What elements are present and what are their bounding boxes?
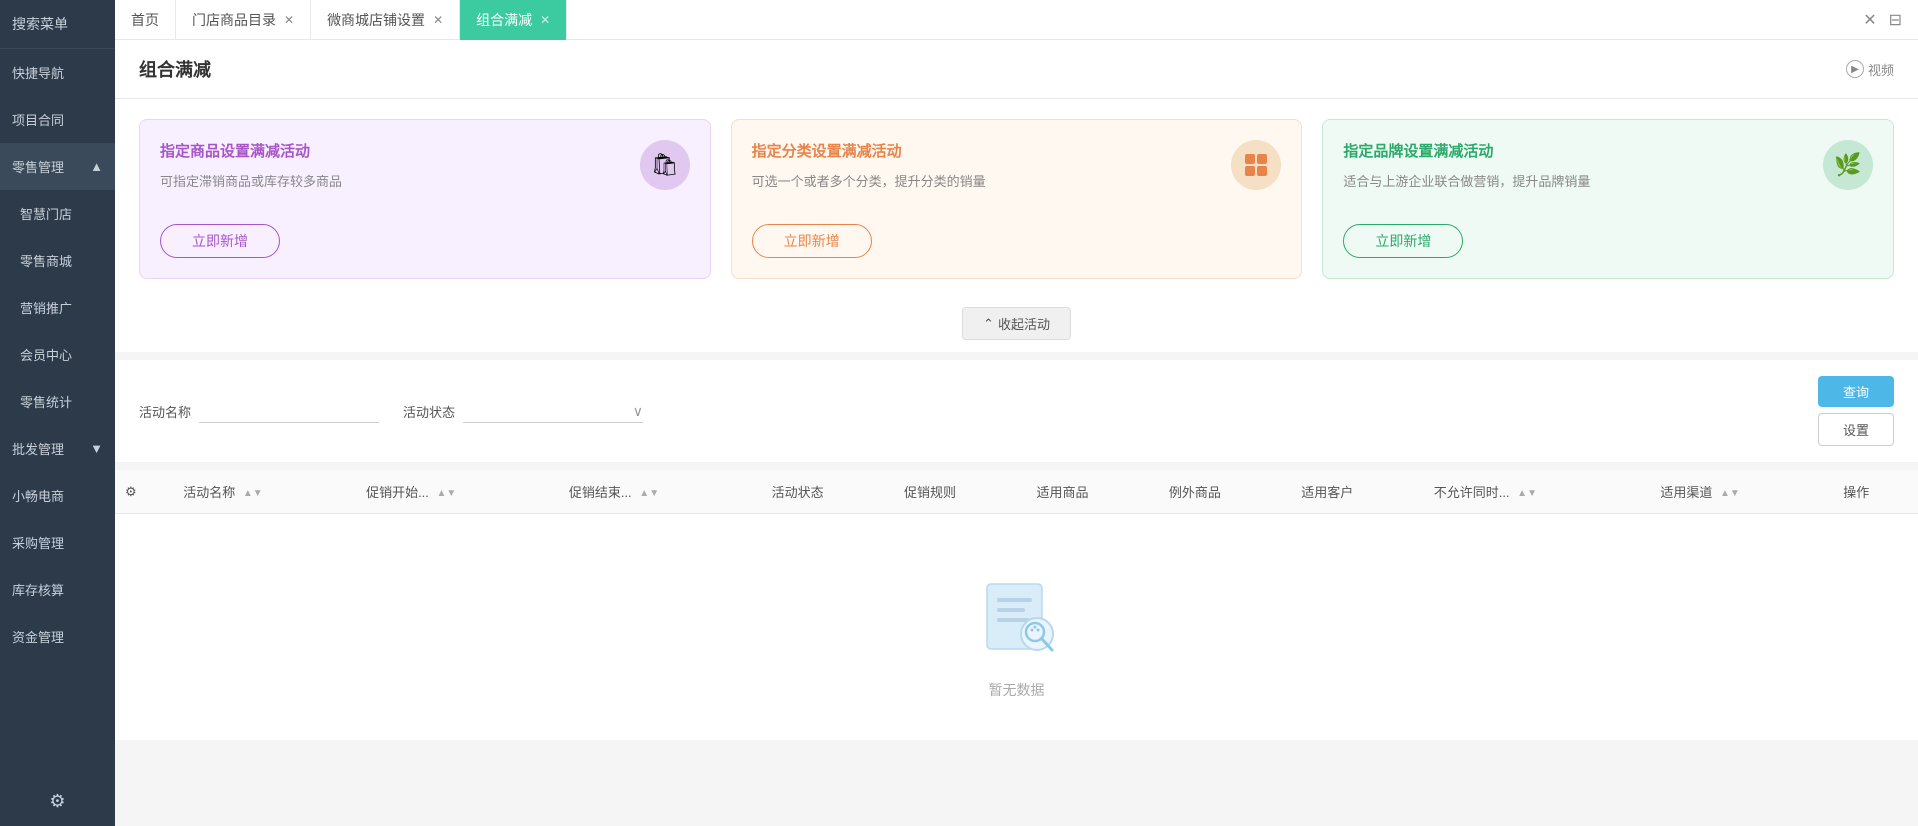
tab-wechat-store-settings-close[interactable]: ✕ xyxy=(433,13,443,27)
sidebar-item-member-center[interactable]: 会员中心 xyxy=(0,331,115,378)
play-icon: ▶ xyxy=(1846,60,1864,78)
activity-name-label: 活动名称 xyxy=(139,402,191,421)
category-card-add-button[interactable]: 立即新增 xyxy=(752,224,872,258)
window-controls: ✕ ⊟ xyxy=(1863,10,1918,30)
sidebar-item-retail-mall[interactable]: 零售商城 xyxy=(0,237,115,284)
sidebar-item-inventory-calc[interactable]: 库存核算 xyxy=(0,566,115,613)
tab-combo-discount-label: 组合满减 xyxy=(476,10,532,30)
data-table: ⚙ 活动名称 ▲▼ 促销开始... ▲▼ 促销结束... xyxy=(115,470,1918,514)
gear-icon[interactable]: ⚙ xyxy=(49,791,65,812)
category-card-icon xyxy=(1231,140,1281,190)
sort-arrows-applicable-channel: ▲▼ xyxy=(1720,488,1740,499)
filter-section: 活动名称 活动状态 ∨ 查询 设置 xyxy=(115,360,1918,462)
tab-store-catalog-label: 门店商品目录 xyxy=(192,10,276,30)
tab-home[interactable]: 首页 xyxy=(115,0,176,40)
close-icon[interactable]: ✕ xyxy=(1863,10,1876,30)
tab-home-label: 首页 xyxy=(131,10,159,30)
tab-bar: 首页 门店商品目录 ✕ 微商城店铺设置 ✕ 组合满减 ✕ ✕ ⊟ xyxy=(115,0,1918,40)
brand-card-add-button[interactable]: 立即新增 xyxy=(1343,224,1463,258)
col-activity-status: 活动状态 xyxy=(762,470,894,514)
sidebar-search[interactable]: 搜索菜单 xyxy=(0,0,115,49)
sidebar-item-fund-mgmt[interactable]: 资金管理 xyxy=(0,613,115,660)
table-header-row: ⚙ 活动名称 ▲▼ 促销开始... ▲▼ 促销结束... xyxy=(115,470,1918,514)
activity-name-input[interactable] xyxy=(199,399,379,423)
col-applicable-goods: 适用商品 xyxy=(1026,470,1158,514)
col-applicable-customer: 适用客户 xyxy=(1291,470,1423,514)
page-header: 组合满减 ▶ 视频 xyxy=(115,40,1918,99)
sidebar-item-retail-stats[interactable]: 零售统计 xyxy=(0,378,115,425)
tab-combo-discount-close[interactable]: ✕ xyxy=(540,13,550,27)
activity-status-label: 活动状态 xyxy=(403,402,455,421)
col-applicable-channel[interactable]: 适用渠道 ▲▼ xyxy=(1650,470,1833,514)
filter-buttons: 查询 设置 xyxy=(1818,376,1894,446)
collapse-button[interactable]: ⌃ 收起活动 xyxy=(962,307,1071,340)
table-wrapper: ⚙ 活动名称 ▲▼ 促销开始... ▲▼ 促销结束... xyxy=(115,470,1918,740)
table-section: ⚙ 活动名称 ▲▼ 促销开始... ▲▼ 促销结束... xyxy=(115,470,1918,740)
activity-status-select[interactable] xyxy=(463,399,643,423)
col-promo-start[interactable]: 促销开始... ▲▼ xyxy=(356,470,559,514)
page-title: 组合满减 xyxy=(139,56,211,82)
brand-card: 指定品牌设置满减活动 🌿 适合与上游企业联合做营销，提升品牌销量 立即新增 xyxy=(1322,119,1894,279)
video-link[interactable]: ▶ 视频 xyxy=(1846,60,1894,79)
empty-state: 暂无数据 xyxy=(115,514,1918,740)
sort-arrows-promo-start: ▲▼ xyxy=(437,488,457,499)
chevron-up-icon: ⌃ xyxy=(983,316,994,332)
col-exception-goods: 例外商品 xyxy=(1159,470,1291,514)
sort-arrows-activity-name: ▲▼ xyxy=(243,488,263,499)
col-settings[interactable]: ⚙ xyxy=(115,470,173,514)
activity-status-wrapper: ∨ xyxy=(463,399,643,423)
brand-card-title: 指定品牌设置满减活动 xyxy=(1343,140,1873,161)
product-card-add-button[interactable]: 立即新增 xyxy=(160,224,280,258)
filter-activity-status: 活动状态 ∨ xyxy=(403,399,643,423)
col-not-allow-same-time[interactable]: 不允许同时... ▲▼ xyxy=(1424,470,1651,514)
sort-arrows-not-allow: ▲▼ xyxy=(1517,488,1537,499)
product-card-icon: 🛍 xyxy=(640,140,690,190)
sidebar-item-wholesale-mgmt[interactable]: 批发管理 ▼ xyxy=(0,425,115,472)
sidebar-item-xiaochang-ecom[interactable]: 小畅电商 xyxy=(0,472,115,519)
collapse-row: ⌃ 收起活动 xyxy=(115,299,1918,352)
empty-text: 暂无数据 xyxy=(989,680,1045,700)
page-content: 组合满减 ▶ 视频 指定商品设置满减活动 🛍 可指定滞销商品或库存较多商品 立即… xyxy=(115,40,1918,826)
sidebar-item-quick-nav[interactable]: 快捷导航 xyxy=(0,49,115,96)
category-card: 指定分类设置满减活动 可选一个或者多个分类，提升分类的销量 立即新增 xyxy=(731,119,1303,279)
col-activity-name[interactable]: 活动名称 ▲▼ xyxy=(173,470,356,514)
category-card-desc: 可选一个或者多个分类，提升分类的销量 xyxy=(752,171,1282,208)
filter-activity-name: 活动名称 xyxy=(139,399,379,423)
product-card: 指定商品设置满减活动 🛍 可指定滞销商品或库存较多商品 立即新增 xyxy=(139,119,711,279)
collapse-label: 收起活动 xyxy=(998,314,1050,333)
sidebar-item-retail-mgmt[interactable]: 零售管理 ▲ xyxy=(0,143,115,190)
brand-card-icon: 🌿 xyxy=(1823,140,1873,190)
sort-arrows-promo-end: ▲▼ xyxy=(639,488,659,499)
sidebar-item-smart-store[interactable]: 智慧门店 xyxy=(0,190,115,237)
minimize-icon[interactable]: ⊟ xyxy=(1889,10,1902,30)
col-promo-end[interactable]: 促销结束... ▲▼ xyxy=(559,470,762,514)
cards-row: 指定商品设置满减活动 🛍 可指定滞销商品或库存较多商品 立即新增 指定分类设置满… xyxy=(139,119,1894,279)
tab-combo-discount[interactable]: 组合满减 ✕ xyxy=(460,0,567,40)
main-content: 首页 门店商品目录 ✕ 微商城店铺设置 ✕ 组合满减 ✕ ✕ ⊟ 组合满减 ▶ … xyxy=(115,0,1918,826)
settings-icon[interactable]: ⚙ xyxy=(125,484,137,499)
query-button[interactable]: 查询 xyxy=(1818,376,1894,407)
tab-wechat-store-settings[interactable]: 微商城店铺设置 ✕ xyxy=(311,0,460,40)
empty-illustration xyxy=(967,574,1067,664)
cards-section: 指定商品设置满减活动 🛍 可指定滞销商品或库存较多商品 立即新增 指定分类设置满… xyxy=(115,99,1918,299)
settings-button[interactable]: 设置 xyxy=(1818,413,1894,446)
tab-store-catalog[interactable]: 门店商品目录 ✕ xyxy=(176,0,311,40)
chevron-down-icon: ▼ xyxy=(90,441,103,456)
sidebar: 搜索菜单 快捷导航 项目合同 零售管理 ▲ 智慧门店 零售商城 营销推广 会员中… xyxy=(0,0,115,826)
col-operation: 操作 xyxy=(1833,470,1918,514)
tab-wechat-store-settings-label: 微商城店铺设置 xyxy=(327,10,425,30)
sidebar-item-project-contract[interactable]: 项目合同 xyxy=(0,96,115,143)
sidebar-item-marketing[interactable]: 营销推广 xyxy=(0,284,115,331)
product-card-title: 指定商品设置满减活动 xyxy=(160,140,690,161)
product-card-desc: 可指定滞销商品或库存较多商品 xyxy=(160,171,690,208)
sidebar-item-purchase-mgmt[interactable]: 采购管理 xyxy=(0,519,115,566)
tab-store-catalog-close[interactable]: ✕ xyxy=(284,13,294,27)
brand-card-desc: 适合与上游企业联合做营销，提升品牌销量 xyxy=(1343,171,1873,208)
video-label: 视频 xyxy=(1868,60,1894,79)
sidebar-bottom: ⚙ xyxy=(0,777,115,826)
category-card-title: 指定分类设置满减活动 xyxy=(752,140,1282,161)
chevron-up-icon: ▲ xyxy=(90,159,103,174)
col-promo-rule: 促销规则 xyxy=(894,470,1026,514)
